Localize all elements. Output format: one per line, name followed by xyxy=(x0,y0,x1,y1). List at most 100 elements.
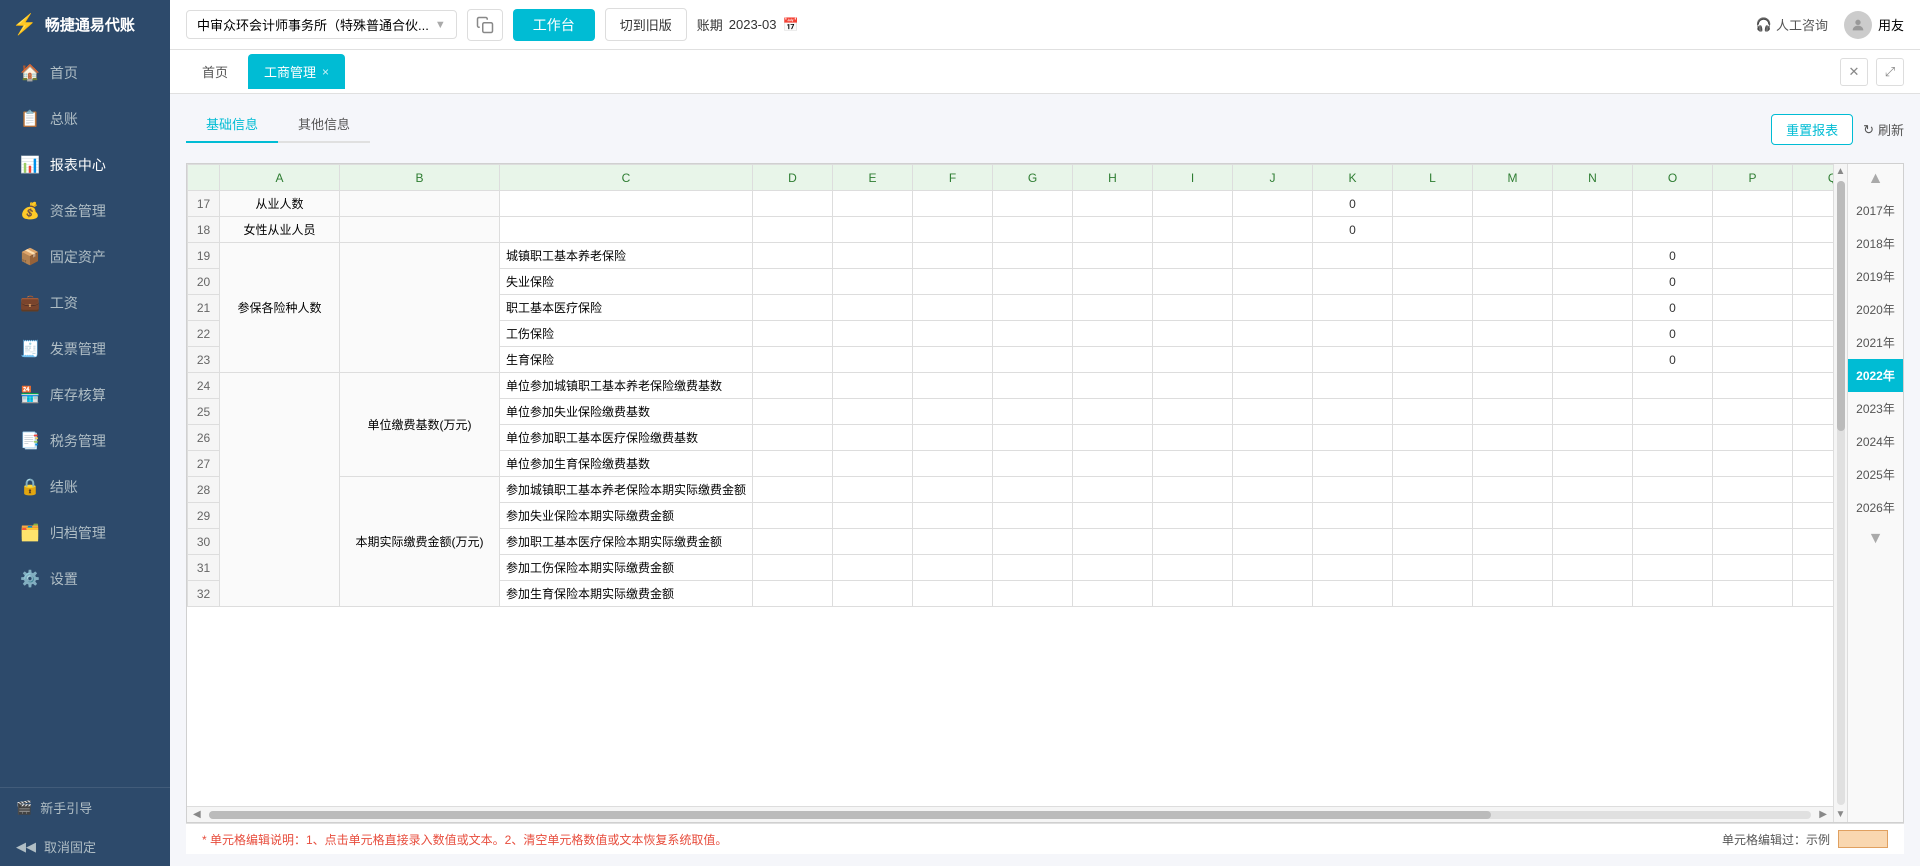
cell-19-P[interactable] xyxy=(1713,243,1793,269)
cell-24-N[interactable] xyxy=(1553,373,1633,399)
cell-24-F[interactable] xyxy=(913,373,993,399)
cell-18-C[interactable] xyxy=(500,217,753,243)
cell-32-Q[interactable] xyxy=(1793,581,1833,607)
cell-19-H[interactable] xyxy=(1073,243,1153,269)
cell-18-N[interactable] xyxy=(1553,217,1633,243)
v-scroll-track[interactable] xyxy=(1837,181,1845,805)
cell-23-I[interactable] xyxy=(1153,347,1233,373)
cell-27-E[interactable] xyxy=(833,451,913,477)
sidebar-item-payroll[interactable]: 💼 工资 xyxy=(0,280,170,326)
cell-21-H[interactable] xyxy=(1073,295,1153,321)
cell-19-B[interactable] xyxy=(340,243,500,373)
cell-23-M[interactable] xyxy=(1473,347,1553,373)
cell-30-D[interactable] xyxy=(753,529,833,555)
cell-31-M[interactable] xyxy=(1473,555,1553,581)
user-menu[interactable]: 用友 xyxy=(1844,11,1904,39)
cell-24-L[interactable] xyxy=(1393,373,1473,399)
cell-20-K[interactable] xyxy=(1313,269,1393,295)
cell-28-P[interactable] xyxy=(1713,477,1793,503)
cell-28-I[interactable] xyxy=(1153,477,1233,503)
cell-17-K[interactable]: 0 xyxy=(1313,191,1393,217)
cell-26-C[interactable]: 单位参加职工基本医疗保险缴费基数 xyxy=(500,425,753,451)
tab-industry[interactable]: 工商管理 × xyxy=(248,54,345,89)
cell-20-N[interactable] xyxy=(1553,269,1633,295)
cell-18-P[interactable] xyxy=(1713,217,1793,243)
cell-20-I[interactable] xyxy=(1153,269,1233,295)
cell-22-N[interactable] xyxy=(1553,321,1633,347)
cell-23-H[interactable] xyxy=(1073,347,1153,373)
cell-20-F[interactable] xyxy=(913,269,993,295)
scroll-track[interactable] xyxy=(209,811,1812,819)
cell-26-H[interactable] xyxy=(1073,425,1153,451)
cell-28-O[interactable] xyxy=(1633,477,1713,503)
cell-22-D[interactable] xyxy=(753,321,833,347)
cell-21-G[interactable] xyxy=(993,295,1073,321)
cell-24-D[interactable] xyxy=(753,373,833,399)
scroll-down-arrow[interactable]: ▼ xyxy=(1834,807,1848,822)
cell-32-G[interactable] xyxy=(993,581,1073,607)
cell-32-H[interactable] xyxy=(1073,581,1153,607)
cell-17-A[interactable]: 从业人数 xyxy=(220,191,340,217)
sidebar-item-ledger[interactable]: 📋 总账 xyxy=(0,96,170,142)
cell-22-O[interactable]: 0 xyxy=(1633,321,1713,347)
cell-20-Q[interactable] xyxy=(1793,269,1833,295)
cell-26-O[interactable] xyxy=(1633,425,1713,451)
sidebar-item-funds[interactable]: 💰 资金管理 xyxy=(0,188,170,234)
cell-32-L[interactable] xyxy=(1393,581,1473,607)
cell-28-M[interactable] xyxy=(1473,477,1553,503)
cell-29-Q[interactable] xyxy=(1793,503,1833,529)
sidebar-item-invoice[interactable]: 🧾 发票管理 xyxy=(0,326,170,372)
cell-20-J[interactable] xyxy=(1233,269,1313,295)
cell-19-A[interactable]: 参保各险种人数 xyxy=(220,243,340,373)
cell-28-E[interactable] xyxy=(833,477,913,503)
cell-25-C[interactable]: 单位参加失业保险缴费基数 xyxy=(500,399,753,425)
cell-25-H[interactable] xyxy=(1073,399,1153,425)
cell-24-C[interactable]: 单位参加城镇职工基本养老保险缴费基数 xyxy=(500,373,753,399)
cell-25-J[interactable] xyxy=(1233,399,1313,425)
cell-30-N[interactable] xyxy=(1553,529,1633,555)
cell-21-J[interactable] xyxy=(1233,295,1313,321)
cell-29-N[interactable] xyxy=(1553,503,1633,529)
cell-26-M[interactable] xyxy=(1473,425,1553,451)
cell-21-E[interactable] xyxy=(833,295,913,321)
sidebar-item-settings[interactable]: ⚙️ 设置 xyxy=(0,556,170,602)
cell-17-J[interactable] xyxy=(1233,191,1313,217)
cell-23-N[interactable] xyxy=(1553,347,1633,373)
cell-24-G[interactable] xyxy=(993,373,1073,399)
tab-close-button[interactable]: ✕ xyxy=(1840,58,1868,86)
cell-27-I[interactable] xyxy=(1153,451,1233,477)
cell-19-N[interactable] xyxy=(1553,243,1633,269)
cell-18-I[interactable] xyxy=(1153,217,1233,243)
cell-22-H[interactable] xyxy=(1073,321,1153,347)
cell-30-F[interactable] xyxy=(913,529,993,555)
scroll-up-arrow[interactable]: ▲ xyxy=(1834,164,1848,179)
sidebar-item-tax[interactable]: 📑 税务管理 xyxy=(0,418,170,464)
cell-19-E[interactable] xyxy=(833,243,913,269)
cell-19-Q[interactable] xyxy=(1793,243,1833,269)
cell-21-N[interactable] xyxy=(1553,295,1633,321)
year-item-2017年[interactable]: 2017年 xyxy=(1848,194,1903,227)
cell-17-M[interactable] xyxy=(1473,191,1553,217)
cell-24-H[interactable] xyxy=(1073,373,1153,399)
cell-30-I[interactable] xyxy=(1153,529,1233,555)
cell-21-C[interactable]: 职工基本医疗保险 xyxy=(500,295,753,321)
scroll-right-arrow[interactable]: ▶ xyxy=(1815,809,1831,820)
year-item-2022年[interactable]: 2022年 xyxy=(1848,359,1903,392)
cell-20-H[interactable] xyxy=(1073,269,1153,295)
cell-24-P[interactable] xyxy=(1713,373,1793,399)
cell-28-B[interactable]: 本期实际缴费金额(万元) xyxy=(340,477,500,607)
cell-22-K[interactable] xyxy=(1313,321,1393,347)
cell-19-L[interactable] xyxy=(1393,243,1473,269)
year-item-2018年[interactable]: 2018年 xyxy=(1848,227,1903,260)
cell-24-O[interactable] xyxy=(1633,373,1713,399)
year-down-button[interactable]: ▼ xyxy=(1848,524,1903,554)
cell-21-P[interactable] xyxy=(1713,295,1793,321)
cell-18-H[interactable] xyxy=(1073,217,1153,243)
cell-30-M[interactable] xyxy=(1473,529,1553,555)
cell-19-I[interactable] xyxy=(1153,243,1233,269)
cell-19-C[interactable]: 城镇职工基本养老保险 xyxy=(500,243,753,269)
cell-29-H[interactable] xyxy=(1073,503,1153,529)
cell-25-Q[interactable] xyxy=(1793,399,1833,425)
cell-26-K[interactable] xyxy=(1313,425,1393,451)
cell-19-M[interactable] xyxy=(1473,243,1553,269)
